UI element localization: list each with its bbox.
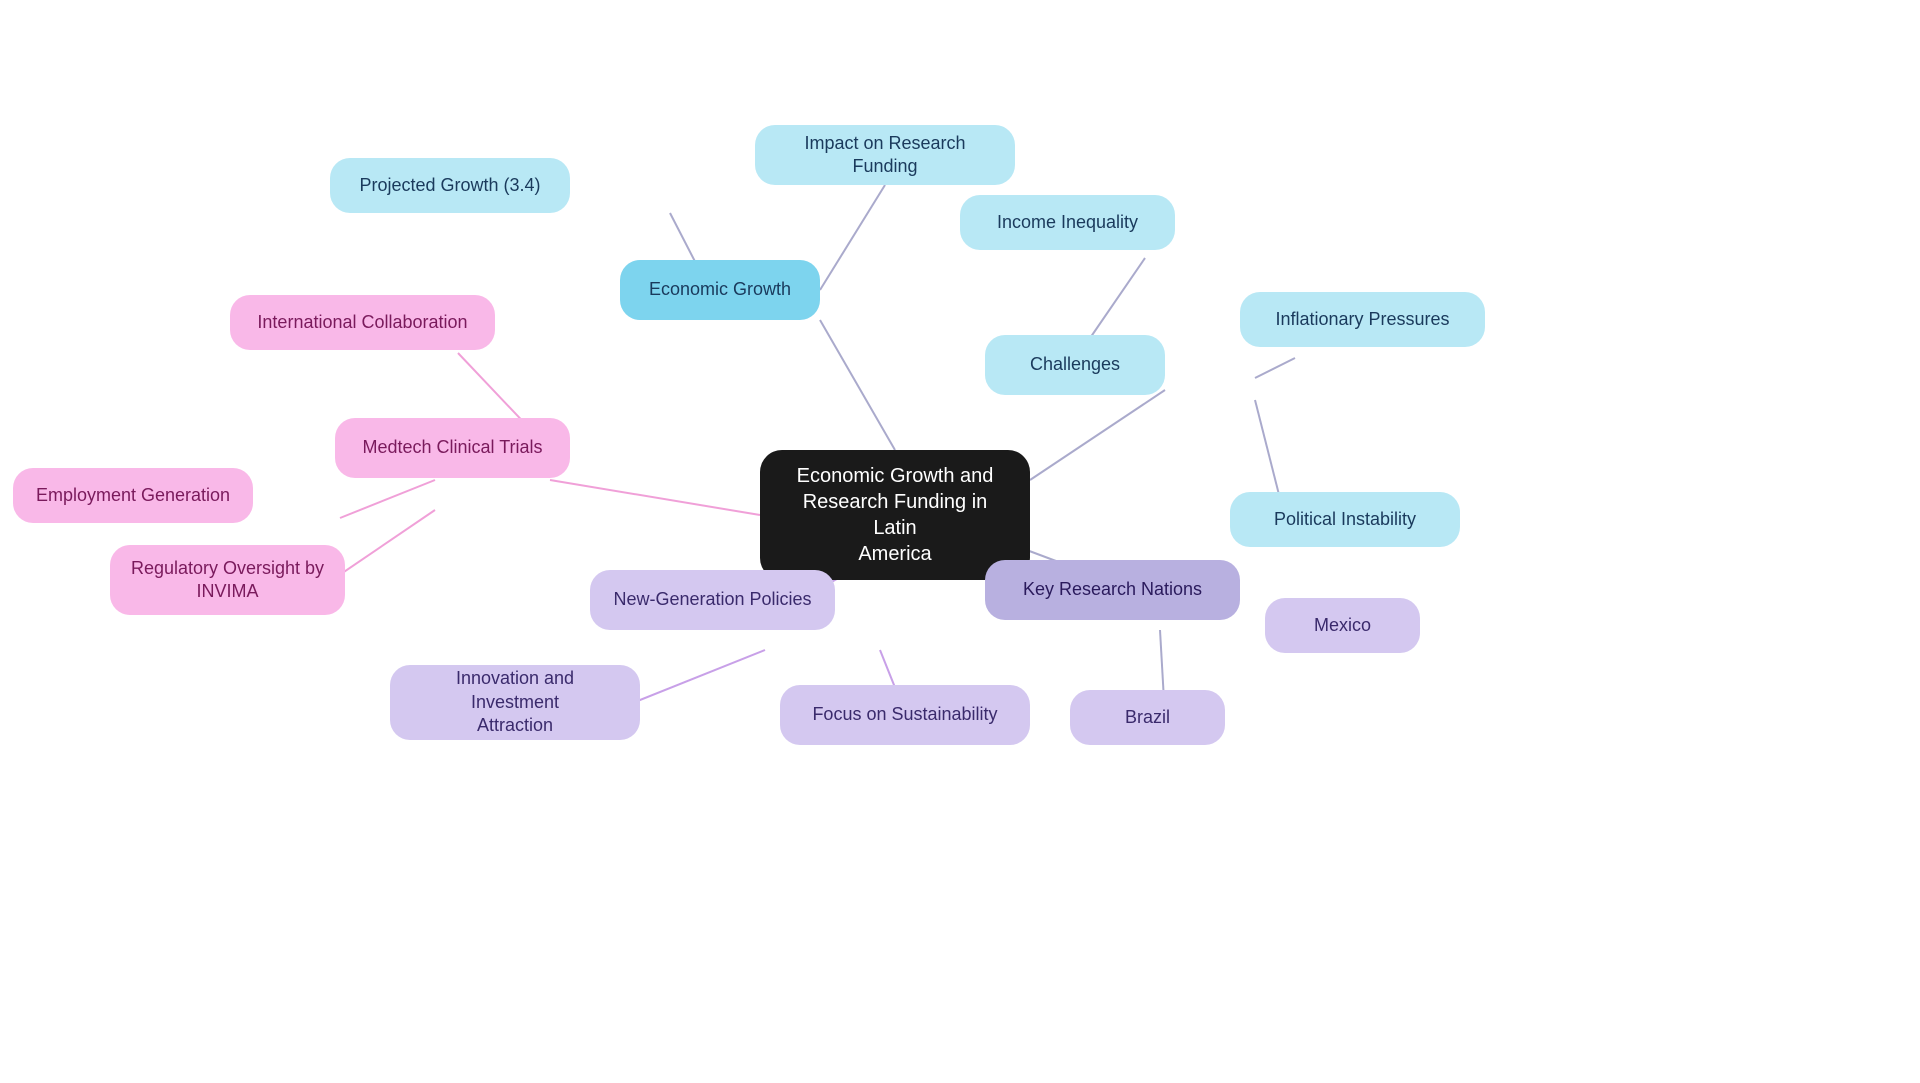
projected-growth-node: Projected Growth (3.4) bbox=[330, 158, 570, 213]
impact-research-node: Impact on Research Funding bbox=[755, 125, 1015, 185]
projected-growth-label: Projected Growth (3.4) bbox=[359, 174, 540, 197]
key-nations-label: Key Research Nations bbox=[1023, 578, 1202, 601]
employment-node: Employment Generation bbox=[13, 468, 253, 523]
income-inequality-label: Income Inequality bbox=[997, 211, 1138, 234]
economic-growth-label: Economic Growth bbox=[649, 278, 791, 301]
innovation-node: Innovation and Investment Attraction bbox=[390, 665, 640, 740]
center-label: Economic Growth and Research Funding in … bbox=[780, 463, 1010, 567]
new-gen-node: New-Generation Policies bbox=[590, 570, 835, 630]
regulatory-node: Regulatory Oversight by INVIMA bbox=[110, 545, 345, 615]
income-inequality-node: Income Inequality bbox=[960, 195, 1175, 250]
mexico-label: Mexico bbox=[1314, 614, 1371, 637]
employment-label: Employment Generation bbox=[36, 484, 230, 507]
key-nations-node: Key Research Nations bbox=[985, 560, 1240, 620]
impact-research-label: Impact on Research Funding bbox=[775, 132, 995, 179]
economic-growth-node: Economic Growth bbox=[620, 260, 820, 320]
innovation-label: Innovation and Investment Attraction bbox=[410, 667, 620, 737]
intl-collab-node: International Collaboration bbox=[230, 295, 495, 350]
new-gen-label: New-Generation Policies bbox=[613, 588, 811, 611]
medtech-label: Medtech Clinical Trials bbox=[362, 436, 542, 459]
medtech-node: Medtech Clinical Trials bbox=[335, 418, 570, 478]
inflationary-pressures-node: Inflationary Pressures bbox=[1240, 292, 1485, 347]
political-instability-label: Political Instability bbox=[1274, 508, 1416, 531]
challenges-label: Challenges bbox=[1030, 353, 1120, 376]
challenges-node: Challenges bbox=[985, 335, 1165, 395]
brazil-label: Brazil bbox=[1125, 706, 1170, 729]
inflationary-pressures-label: Inflationary Pressures bbox=[1275, 308, 1449, 331]
brazil-node: Brazil bbox=[1070, 690, 1225, 745]
regulatory-label: Regulatory Oversight by INVIMA bbox=[131, 557, 324, 604]
mexico-node: Mexico bbox=[1265, 598, 1420, 653]
intl-collab-label: International Collaboration bbox=[257, 311, 467, 334]
center-node: Economic Growth and Research Funding in … bbox=[760, 450, 1030, 580]
sustainability-node: Focus on Sustainability bbox=[780, 685, 1030, 745]
political-instability-node: Political Instability bbox=[1230, 492, 1460, 547]
sustainability-label: Focus on Sustainability bbox=[812, 703, 997, 726]
